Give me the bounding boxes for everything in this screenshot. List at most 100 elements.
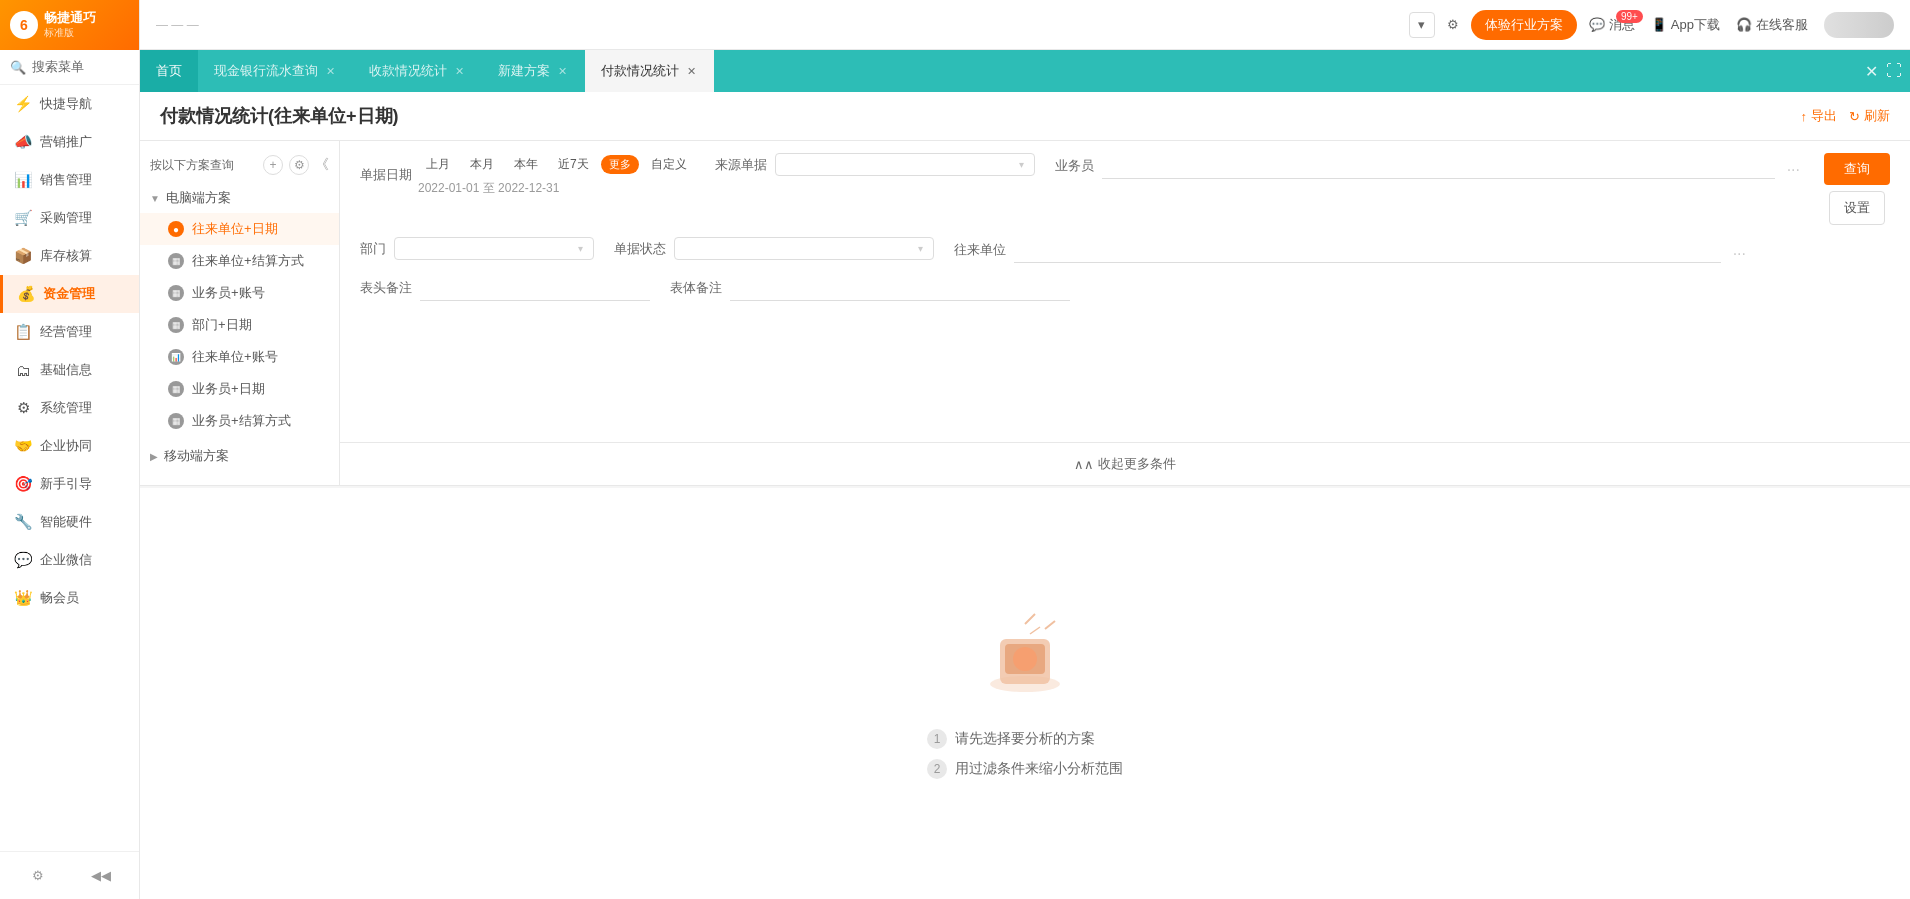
basic-icon: 🗂: [14, 361, 32, 379]
header-gear-btn[interactable]: ⚙: [1447, 17, 1459, 32]
svg-line-6: [1030, 627, 1040, 634]
sidebar-item-capital[interactable]: 💰 资金管理: [0, 275, 139, 313]
date-btn-this-year[interactable]: 本年: [506, 153, 546, 176]
sidebar-item-enterprise[interactable]: 🤝 企业协同: [0, 427, 139, 465]
scheme-group-mobile-header[interactable]: ▶ 移动端方案: [140, 441, 339, 471]
filter-body-note-input[interactable]: [730, 275, 1070, 301]
capital-icon: 💰: [17, 285, 35, 303]
tab-new-scheme[interactable]: 新建方案 ✕: [482, 50, 585, 92]
tab-bank-flow[interactable]: 现金银行流水查询 ✕: [198, 50, 353, 92]
scheme-item-staff-settle-icon: ▦: [168, 413, 184, 429]
sidebar-settings-btn[interactable]: ⚙: [10, 862, 66, 889]
date-btn-this-month[interactable]: 本月: [462, 153, 502, 176]
app-logo: 6 畅捷通巧 标准版: [0, 0, 139, 50]
sidebar-item-member[interactable]: 👑 畅会员: [0, 579, 139, 617]
sidebar-item-wechat[interactable]: 💬 企业微信: [0, 541, 139, 579]
scheme-group-pc-arrow: ▼: [150, 193, 160, 204]
tab-close-payment-stats[interactable]: ✕: [685, 63, 698, 80]
scheme-item-unit-date[interactable]: ● 往来单位+日期: [140, 213, 339, 245]
logo-text: 畅捷通巧 标准版: [44, 10, 96, 40]
scheme-item-staff-date-icon: ▦: [168, 381, 184, 397]
sidebar-collapse-btn[interactable]: ◀◀: [74, 862, 130, 889]
export-btn[interactable]: ↑ 导出: [1801, 107, 1838, 125]
collapse-more-btn[interactable]: ∧∧ 收起更多条件: [1058, 451, 1192, 477]
scheme-item-unit-account-icon: 📊: [168, 349, 184, 365]
scheme-group-pc-header[interactable]: ▼ 电脑端方案: [140, 183, 339, 213]
sidebar-item-basic[interactable]: 🗂 基础信息: [0, 351, 139, 389]
sidebar-item-inventory[interactable]: 📦 库存核算: [0, 237, 139, 275]
svg-line-4: [1025, 614, 1035, 624]
tab-fullscreen-btn[interactable]: ⛶: [1886, 62, 1902, 80]
sidebar-item-purchase[interactable]: 🛒 采购管理: [0, 199, 139, 237]
tab-close-new-scheme[interactable]: ✕: [556, 63, 569, 80]
online-service-btn[interactable]: 🎧 在线客服: [1736, 16, 1808, 34]
filter-source-select[interactable]: ▾: [775, 153, 1035, 176]
sidebar-nav: ⚡ 快捷导航 📣 营销推广 📊 销售管理 🛒 采购管理 📦 库存核算 💰 资金管…: [0, 85, 139, 851]
trial-btn[interactable]: 体验行业方案: [1471, 10, 1577, 40]
partner-picker-btn[interactable]: ...: [1729, 237, 1750, 263]
tab-home[interactable]: 首页: [140, 50, 198, 92]
phone-icon: 📱: [1651, 17, 1667, 32]
staff-picker-btn[interactable]: ...: [1783, 153, 1804, 179]
scheme-group-mobile: ▶ 移动端方案: [140, 441, 339, 471]
scheme-item-staff-date[interactable]: ▦ 业务员+日期: [140, 373, 339, 405]
filter-doc-status-select[interactable]: ▾: [674, 237, 934, 260]
header-dropdown-btn[interactable]: ▾: [1409, 12, 1435, 38]
sidebar-item-quick-nav[interactable]: ⚡ 快捷导航: [0, 85, 139, 123]
empty-hints: 1 请先选择要分析的方案 2 用过滤条件来缩小分析范围: [927, 729, 1123, 779]
date-btn-last-month[interactable]: 上月: [418, 153, 458, 176]
message-btn[interactable]: 💬 消息 99+: [1589, 16, 1635, 34]
hint-num-1: 1: [927, 729, 947, 749]
scheme-add-btn[interactable]: +: [263, 155, 283, 175]
tab-payment-stats[interactable]: 付款情况统计 ✕: [585, 50, 714, 92]
scheme-item-staff-settle[interactable]: ▦ 业务员+结算方式: [140, 405, 339, 437]
date-btn-more[interactable]: 更多: [601, 155, 639, 174]
scheme-item-staff-account[interactable]: ▦ 业务员+账号: [140, 277, 339, 309]
filter-header-note-input[interactable]: [420, 275, 650, 301]
query-btn[interactable]: 查询: [1824, 153, 1890, 185]
sidebar-item-system[interactable]: ⚙ 系统管理: [0, 389, 139, 427]
tab-close-receipt-stats[interactable]: ✕: [453, 63, 466, 80]
filter-form: 单据日期 上月 本月 本年 近7天 更多 自定义 20: [340, 141, 1910, 442]
app-download-btn[interactable]: 📱 App下载: [1651, 16, 1720, 34]
sidebar-item-marketing[interactable]: 📣 营销推广: [0, 123, 139, 161]
purchase-icon: 🛒: [14, 209, 32, 227]
page-header-actions: ↑ 导出 ↻ 刷新: [1801, 107, 1891, 125]
sidebar-footer: ⚙ ◀◀: [0, 851, 139, 899]
sidebar-search[interactable]: 🔍 搜索菜单: [0, 50, 139, 85]
filter-staff-item: 业务员 ...: [1055, 153, 1804, 179]
filter-partner-input[interactable]: [1014, 237, 1721, 263]
empty-hint-2: 2 用过滤条件来缩小分析范围: [927, 759, 1123, 779]
sidebar-item-hardware[interactable]: 🔧 智能硬件: [0, 503, 139, 541]
filter-dept-select[interactable]: ▾: [394, 237, 594, 260]
scheme-item-unit-settle[interactable]: ▦ 往来单位+结算方式: [140, 245, 339, 277]
user-avatar[interactable]: [1824, 12, 1894, 38]
filter-partner-item: 往来单位 ...: [954, 237, 1750, 263]
filter-staff-input[interactable]: [1102, 153, 1775, 179]
scheme-item-dept-date[interactable]: ▦ 部门+日期: [140, 309, 339, 341]
scheme-items-pc: ● 往来单位+日期 ▦ 往来单位+结算方式 ▦ 业务员+账号 ▦: [140, 213, 339, 437]
refresh-btn[interactable]: ↻ 刷新: [1849, 107, 1890, 125]
filter-settings-btn[interactable]: 设置: [1829, 191, 1885, 225]
scheme-collapse-sidebar-btn[interactable]: 《: [315, 156, 329, 174]
scheme-group-mobile-arrow: ▶: [150, 451, 158, 462]
collapse-up-icon: ∧∧: [1074, 457, 1094, 472]
sidebar-item-guide[interactable]: 🎯 新手引导: [0, 465, 139, 503]
sidebar-item-operation[interactable]: 📋 经营管理: [0, 313, 139, 351]
hardware-icon: 🔧: [14, 513, 32, 531]
sidebar-item-sales[interactable]: 📊 销售管理: [0, 161, 139, 199]
date-btn-7days[interactable]: 近7天: [550, 153, 597, 176]
page-title: 付款情况统计(往来单位+日期): [160, 104, 399, 128]
tab-close-all-btn[interactable]: ✕: [1865, 62, 1878, 81]
filter-date-group: 上月 本月 本年 近7天 更多 自定义 2022-01-01 至 2022-12…: [418, 153, 695, 197]
scheme-item-unit-account[interactable]: 📊 往来单位+账号: [140, 341, 339, 373]
date-btn-custom[interactable]: 自定义: [643, 153, 695, 176]
tab-close-bank-flow[interactable]: ✕: [324, 63, 337, 80]
scheme-header: 按以下方案查询 + ⚙ 《: [140, 151, 339, 183]
tab-receipt-stats[interactable]: 收款情况统计 ✕: [353, 50, 482, 92]
scheme-item-dept-date-icon: ▦: [168, 317, 184, 333]
source-dropdown-icon: ▾: [1019, 159, 1024, 170]
svg-point-3: [1013, 647, 1037, 671]
scheme-settings-btn[interactable]: ⚙: [289, 155, 309, 175]
filter-doc-status-item: 单据状态 ▾: [614, 237, 934, 260]
